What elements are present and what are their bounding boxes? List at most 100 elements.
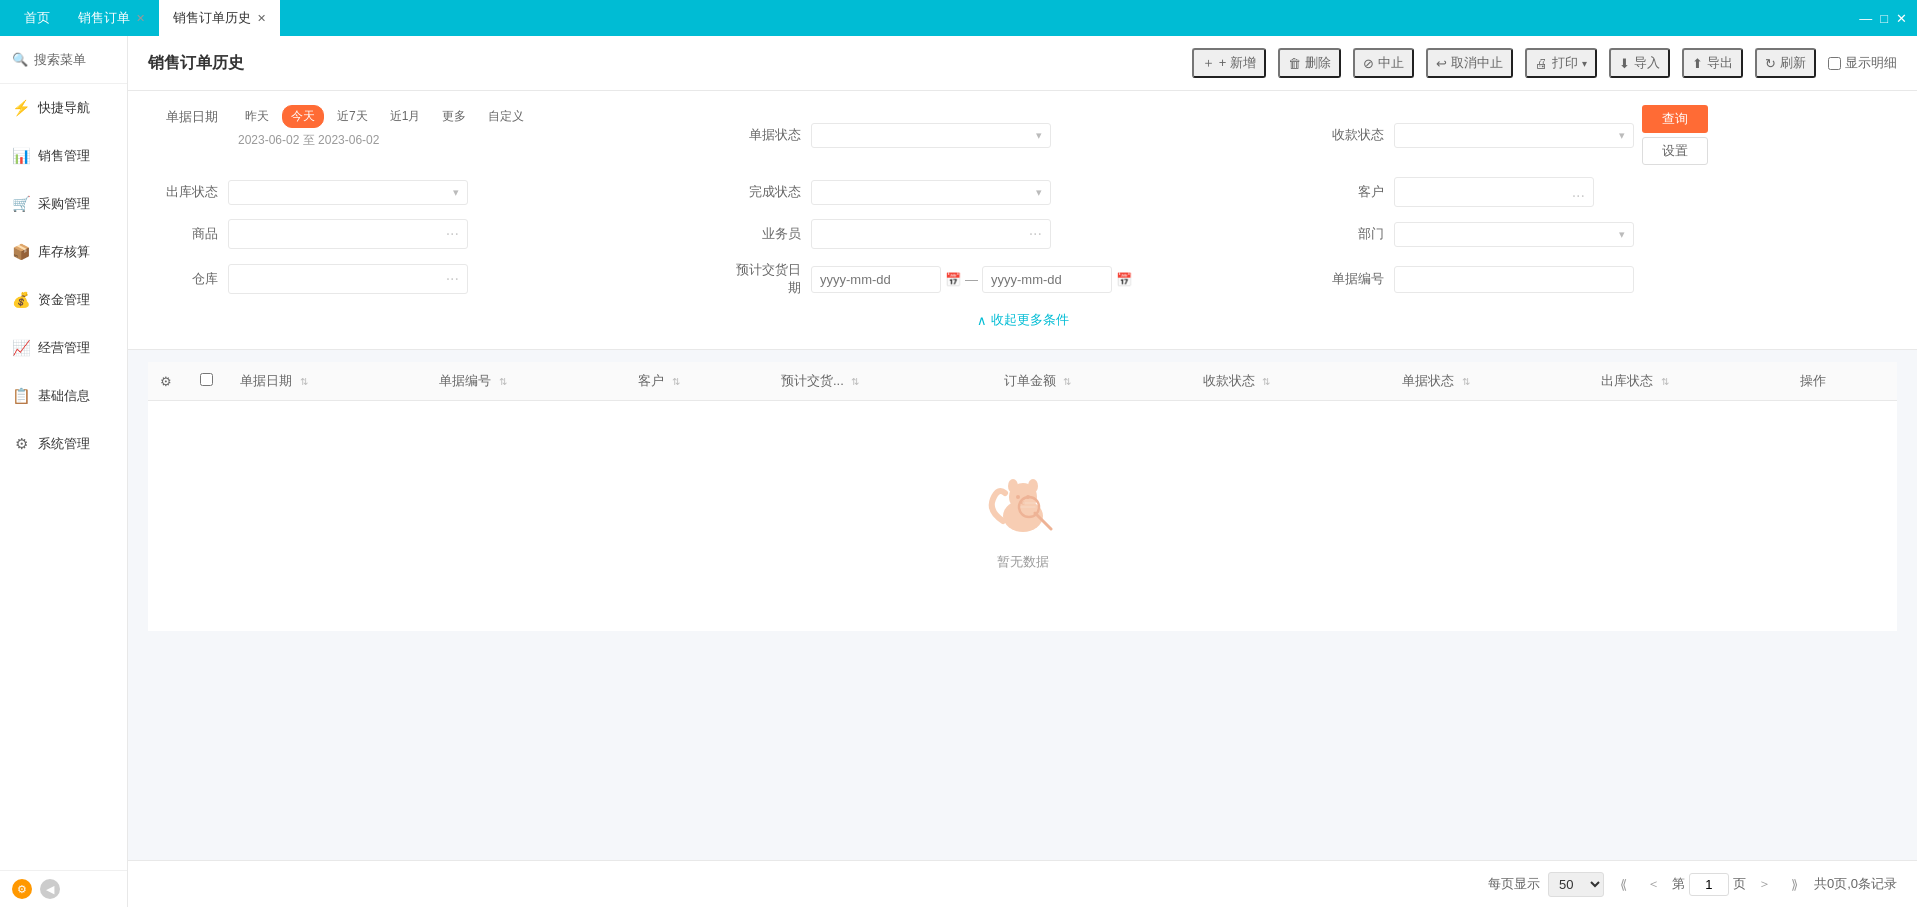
display-details-checkbox[interactable]: 显示明细 bbox=[1828, 54, 1897, 72]
complete-status-select[interactable]: ▾ bbox=[811, 180, 1051, 205]
import-icon: ⬇ bbox=[1619, 56, 1630, 71]
sort-out-status-icon[interactable]: ⇅ bbox=[1661, 376, 1669, 387]
sort-customer-icon[interactable]: ⇅ bbox=[672, 376, 680, 387]
maximize-button[interactable]: □ bbox=[1880, 11, 1888, 26]
operations-icon: 📈 bbox=[12, 339, 30, 357]
salesperson-input[interactable]: ··· bbox=[811, 219, 1051, 249]
receipt-status-select[interactable]: ▾ bbox=[1394, 123, 1634, 148]
page-number-input[interactable] bbox=[1689, 873, 1729, 896]
product-input[interactable]: ··· bbox=[228, 219, 468, 249]
page-prefix-label: 第 bbox=[1672, 875, 1685, 893]
sidebar-item-sys-mgmt-label: 系统管理 bbox=[38, 435, 90, 453]
table-header-row: ⚙ 单据日期 ⇅ 单据编号 ⇅ bbox=[148, 362, 1897, 401]
filter-col-salesperson: 业务员 ··· bbox=[731, 219, 1314, 249]
sort-receipt-status-icon[interactable]: ⇅ bbox=[1262, 376, 1270, 387]
table-settings-icon[interactable]: ⚙ bbox=[160, 374, 172, 389]
sidebar-item-purchase-mgmt[interactable]: 🛒 采购管理 bbox=[0, 180, 127, 228]
date-label: 单据日期 bbox=[148, 108, 228, 126]
sort-bill-status-icon[interactable]: ⇅ bbox=[1462, 376, 1470, 387]
table-head: ⚙ 单据日期 ⇅ 单据编号 ⇅ bbox=[148, 362, 1897, 401]
stop-button[interactable]: ⊘ 中止 bbox=[1353, 48, 1414, 78]
sort-bill-no-icon[interactable]: ⇅ bbox=[499, 376, 507, 387]
tab-sales-order-history[interactable]: 销售订单历史 ✕ bbox=[159, 0, 280, 36]
sidebar-item-inventory[interactable]: 📦 库存核算 bbox=[0, 228, 127, 276]
query-button[interactable]: 查询 bbox=[1642, 105, 1708, 133]
date-btn-1month[interactable]: 近1月 bbox=[381, 105, 430, 128]
sidebar-item-sales-mgmt[interactable]: 📊 销售管理 bbox=[0, 132, 127, 180]
bill-status-select[interactable]: ▾ bbox=[811, 123, 1051, 148]
bill-no-input[interactable] bbox=[1394, 266, 1634, 293]
tab-sales-order-close[interactable]: ✕ bbox=[136, 12, 145, 25]
customer-input[interactable]: ... bbox=[1394, 177, 1594, 207]
sidebar-item-quick-nav[interactable]: ⚡ 快捷导航 bbox=[0, 84, 127, 132]
display-details-input[interactable] bbox=[1828, 57, 1841, 70]
customer-ellipsis: ... bbox=[1572, 183, 1585, 201]
add-button[interactable]: ＋ + 新增 bbox=[1192, 48, 1266, 78]
collapse-link[interactable]: ∧ 收起更多条件 bbox=[148, 305, 1897, 335]
import-button[interactable]: ⬇ 导入 bbox=[1609, 48, 1670, 78]
sort-amount-icon[interactable]: ⇅ bbox=[1063, 376, 1071, 387]
cancel-stop-icon: ↩ bbox=[1436, 56, 1447, 71]
dept-chevron: ▾ bbox=[1619, 228, 1625, 241]
sidebar-item-operations[interactable]: 📈 经营管理 bbox=[0, 324, 127, 372]
th-expected-date: 预计交货... ⇅ bbox=[769, 362, 992, 401]
th-bill-status: 单据状态 ⇅ bbox=[1390, 362, 1589, 401]
warehouse-input[interactable]: ··· bbox=[228, 264, 468, 294]
finance-icon: 💰 bbox=[12, 291, 30, 309]
pagination-nav: ⟪ ＜ 第 页 ＞ ⟫ bbox=[1612, 871, 1806, 897]
sidebar-search[interactable]: 🔍 搜索菜单 bbox=[0, 36, 127, 84]
sidebar-item-finance[interactable]: 💰 资金管理 bbox=[0, 276, 127, 324]
table-body: 暂无数据 bbox=[148, 401, 1897, 632]
close-button[interactable]: ✕ bbox=[1896, 11, 1907, 26]
out-status-select[interactable]: ▾ bbox=[228, 180, 468, 205]
print-button[interactable]: 🖨 打印 ▾ bbox=[1525, 48, 1597, 78]
dept-select[interactable]: ▾ bbox=[1394, 222, 1634, 247]
last-page-button[interactable]: ⟫ bbox=[1783, 873, 1806, 896]
settings-button[interactable]: 设置 bbox=[1642, 137, 1708, 165]
select-all-checkbox[interactable] bbox=[200, 373, 213, 386]
empty-text: 暂无数据 bbox=[997, 553, 1049, 571]
date-separator: — bbox=[965, 272, 978, 287]
date-btn-custom[interactable]: 自定义 bbox=[479, 105, 533, 128]
print-icon: 🖨 bbox=[1535, 56, 1548, 71]
delete-button[interactable]: 🗑 删除 bbox=[1278, 48, 1341, 78]
search-icon: 🔍 bbox=[12, 52, 28, 67]
tab-home[interactable]: 首页 bbox=[10, 0, 64, 36]
date-btn-7days[interactable]: 近7天 bbox=[328, 105, 377, 128]
sidebar-item-sys-mgmt[interactable]: ⚙ 系统管理 bbox=[0, 420, 127, 468]
export-button[interactable]: ⬆ 导出 bbox=[1682, 48, 1743, 78]
prev-page-button[interactable]: ＜ bbox=[1639, 871, 1668, 897]
sort-expected-date-icon[interactable]: ⇅ bbox=[851, 376, 859, 387]
content: 销售订单历史 ＋ + 新增 🗑 删除 ⊘ 中止 ↩ 取消中止 bbox=[128, 36, 1917, 907]
tab-home-label: 首页 bbox=[24, 9, 50, 27]
sidebar: 🔍 搜索菜单 ⚡ 快捷导航 📊 销售管理 🛒 采购管理 📦 库存核算 💰 资金管… bbox=[0, 36, 128, 907]
sidebar-settings-icon[interactable]: ⚙ bbox=[12, 879, 32, 899]
sidebar-item-basic-info[interactable]: 📋 基础信息 bbox=[0, 372, 127, 420]
print-dropdown-icon: ▾ bbox=[1582, 58, 1587, 69]
date-from-input[interactable] bbox=[811, 266, 941, 293]
calendar-to-icon[interactable]: 📅 bbox=[1116, 272, 1132, 287]
minimize-button[interactable]: — bbox=[1859, 11, 1872, 26]
sidebar-item-finance-label: 资金管理 bbox=[38, 291, 90, 309]
filter-row-2: 出库状态 ▾ 完成状态 ▾ 客户 ... bbox=[148, 177, 1897, 207]
date-btn-today[interactable]: 今天 bbox=[282, 105, 324, 128]
dept-label: 部门 bbox=[1314, 225, 1394, 243]
empty-row: 暂无数据 bbox=[148, 401, 1897, 632]
date-btn-yesterday[interactable]: 昨天 bbox=[236, 105, 278, 128]
svg-point-3 bbox=[1028, 479, 1038, 493]
next-page-button[interactable]: ＞ bbox=[1750, 871, 1779, 897]
sort-date-icon[interactable]: ⇅ bbox=[300, 376, 308, 387]
date-btn-more[interactable]: 更多 bbox=[433, 105, 475, 128]
bill-status-label: 单据状态 bbox=[731, 126, 811, 144]
tab-sales-order-history-close[interactable]: ✕ bbox=[257, 12, 266, 25]
refresh-button[interactable]: ↻ 刷新 bbox=[1755, 48, 1816, 78]
sidebar-collapse-icon[interactable]: ◀ bbox=[40, 879, 60, 899]
first-page-button[interactable]: ⟪ bbox=[1612, 873, 1635, 896]
calendar-from-icon[interactable]: 📅 bbox=[945, 272, 961, 287]
date-to-input[interactable] bbox=[982, 266, 1112, 293]
sidebar-bottom: ⚙ ◀ bbox=[0, 870, 127, 907]
per-page-select[interactable]: 50 10 20 100 bbox=[1548, 872, 1604, 897]
cancel-stop-button[interactable]: ↩ 取消中止 bbox=[1426, 48, 1513, 78]
svg-point-4 bbox=[1016, 495, 1020, 499]
tab-sales-order[interactable]: 销售订单 ✕ bbox=[64, 0, 159, 36]
